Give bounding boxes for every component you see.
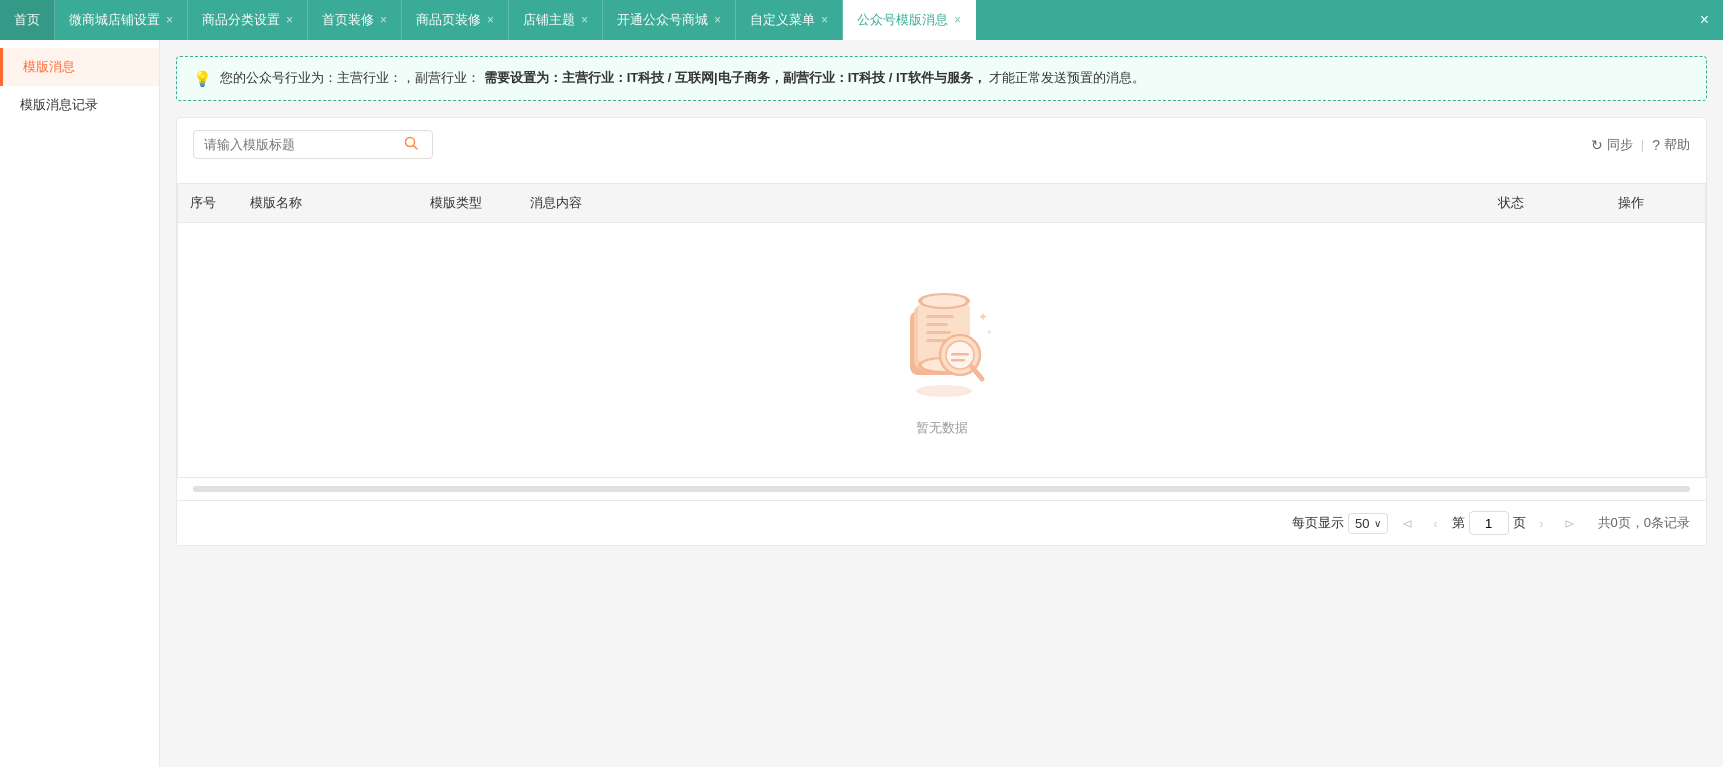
nav-tab-theme[interactable]: 店铺主题 × — [509, 0, 603, 40]
page-navigation: ⊲ ‹ 第 页 › ⊳ — [1396, 511, 1582, 535]
page-first-button[interactable]: ⊲ — [1396, 511, 1420, 535]
empty-text: 暂无数据 — [178, 419, 1705, 437]
nav-tab-homepage[interactable]: 首页装修 × — [308, 0, 402, 40]
help-icon: ? — [1652, 137, 1660, 153]
page-label-after: 页 — [1513, 514, 1526, 532]
data-table: 序号 模版名称 模版类型 消息内容 状态 操作 — [177, 183, 1706, 478]
close-all-button[interactable]: × — [1686, 11, 1723, 29]
top-navigation: 首页 微商城店铺设置 × 商品分类设置 × 首页装修 × 商品页装修 × 店铺主… — [0, 0, 1723, 40]
content-area: 💡 您的公众号行业为：主营行业：，副营行业： 需要设置为：主营行业：IT科技 /… — [160, 40, 1723, 767]
sidebar: 模版消息 模版消息记录 — [0, 40, 160, 767]
nav-tab-template-msg-close[interactable]: × — [954, 13, 961, 27]
nav-tab-mall-close[interactable]: × — [714, 13, 721, 27]
nav-tab-home[interactable]: 首页 — [0, 0, 55, 40]
nav-tab-mall-label: 开通公众号商城 — [617, 11, 708, 29]
horizontal-scrollbar[interactable] — [193, 486, 1690, 492]
page-size-dropdown[interactable]: 50 ∨ — [1348, 513, 1387, 534]
notice-icon: 💡 — [193, 70, 212, 88]
nav-tab-category[interactable]: 商品分类设置 × — [188, 0, 308, 40]
nav-tab-theme-close[interactable]: × — [581, 13, 588, 27]
page-size-label: 每页显示 — [1292, 514, 1344, 532]
sidebar-item-template-msg-record[interactable]: 模版消息记录 — [0, 86, 159, 124]
svg-line-16 — [972, 367, 982, 379]
nav-tab-category-close[interactable]: × — [286, 13, 293, 27]
page-current-input[interactable] — [1469, 511, 1509, 535]
toolbar-right: ↻ 同步 | ? 帮助 — [1591, 136, 1690, 154]
nav-tab-menu-close[interactable]: × — [821, 13, 828, 27]
col-header-content: 消息内容 — [518, 184, 1486, 223]
col-header-index: 序号 — [178, 184, 238, 223]
search-input[interactable] — [204, 137, 404, 152]
nav-tab-homepage-label: 首页装修 — [322, 11, 374, 29]
empty-illustration: ✦ ✦ — [882, 283, 1002, 403]
search-bar: ↻ 同步 | ? 帮助 — [177, 118, 1706, 171]
page-prev-button[interactable]: ‹ — [1424, 511, 1448, 535]
svg-rect-13 — [926, 339, 946, 342]
toolbar-divider: | — [1641, 137, 1644, 152]
svg-rect-12 — [926, 331, 951, 334]
svg-point-2 — [916, 385, 972, 397]
page-size-value: 50 — [1355, 516, 1369, 531]
col-header-action: 操作 — [1606, 184, 1706, 223]
svg-rect-10 — [926, 315, 954, 318]
page-next-button[interactable]: › — [1530, 511, 1554, 535]
nav-tab-menu[interactable]: 自定义菜单 × — [736, 0, 843, 40]
nav-tab-home-label: 首页 — [14, 11, 40, 29]
nav-tab-product-page[interactable]: 商品页装修 × — [402, 0, 509, 40]
col-header-type: 模版类型 — [418, 184, 518, 223]
sync-button[interactable]: ↻ 同步 — [1591, 136, 1633, 154]
sidebar-item-template-msg[interactable]: 模版消息 — [0, 48, 159, 86]
page-total-info: 共0页，0条记录 — [1598, 514, 1690, 532]
svg-rect-17 — [951, 353, 969, 356]
main-layout: 模版消息 模版消息记录 💡 您的公众号行业为：主营行业：，副营行业： 需要设置为… — [0, 40, 1723, 767]
nav-tab-product-page-label: 商品页装修 — [416, 11, 481, 29]
nav-tab-mall[interactable]: 开通公众号商城 × — [603, 0, 736, 40]
svg-line-1 — [414, 146, 418, 150]
search-button[interactable] — [404, 136, 418, 153]
nav-tab-category-label: 商品分类设置 — [202, 11, 280, 29]
svg-rect-18 — [951, 359, 965, 362]
nav-tab-template-msg[interactable]: 公众号模版消息 × — [843, 0, 976, 40]
svg-rect-11 — [926, 323, 948, 326]
nav-tab-homepage-close[interactable]: × — [380, 13, 387, 27]
svg-text:✦: ✦ — [986, 328, 993, 337]
pagination: 每页显示 50 ∨ ⊲ ‹ 第 页 › ⊳ 共0页，0条记录 — [177, 500, 1706, 545]
page-label-before: 第 — [1452, 514, 1465, 532]
chevron-down-icon: ∨ — [1374, 518, 1381, 529]
empty-state: ✦ ✦ 暂无数据 — [178, 223, 1705, 477]
sync-icon: ↻ — [1591, 137, 1603, 153]
table-header-row: 序号 模版名称 模版类型 消息内容 状态 操作 — [178, 184, 1706, 223]
notice-text: 您的公众号行业为：主营行业：，副营行业： 需要设置为：主营行业：IT科技 / 互… — [220, 69, 1145, 87]
help-button[interactable]: ? 帮助 — [1652, 136, 1690, 154]
col-header-name: 模版名称 — [238, 184, 418, 223]
svg-point-7 — [922, 295, 966, 307]
nav-tab-store-settings-close[interactable]: × — [166, 13, 173, 27]
scrollbar-area — [177, 478, 1706, 500]
nav-tab-store-settings-label: 微商城店铺设置 — [69, 11, 160, 29]
nav-tab-store-settings[interactable]: 微商城店铺设置 × — [55, 0, 188, 40]
notice-box: 💡 您的公众号行业为：主营行业：，副营行业： 需要设置为：主营行业：IT科技 /… — [176, 56, 1707, 101]
nav-tab-menu-label: 自定义菜单 — [750, 11, 815, 29]
nav-tab-template-msg-label: 公众号模版消息 — [857, 11, 948, 29]
nav-tab-theme-label: 店铺主题 — [523, 11, 575, 29]
notice-highlight-text: 需要设置为：主营行业：IT科技 / 互联网|电子商务，副营行业：IT科技 / I… — [484, 70, 986, 85]
nav-tab-product-page-close[interactable]: × — [487, 13, 494, 27]
page-last-button[interactable]: ⊳ — [1558, 511, 1582, 535]
svg-text:✦: ✦ — [978, 310, 988, 324]
page-size-select: 每页显示 50 ∨ — [1292, 513, 1387, 534]
search-input-wrap — [193, 130, 433, 159]
col-header-status: 状态 — [1486, 184, 1606, 223]
